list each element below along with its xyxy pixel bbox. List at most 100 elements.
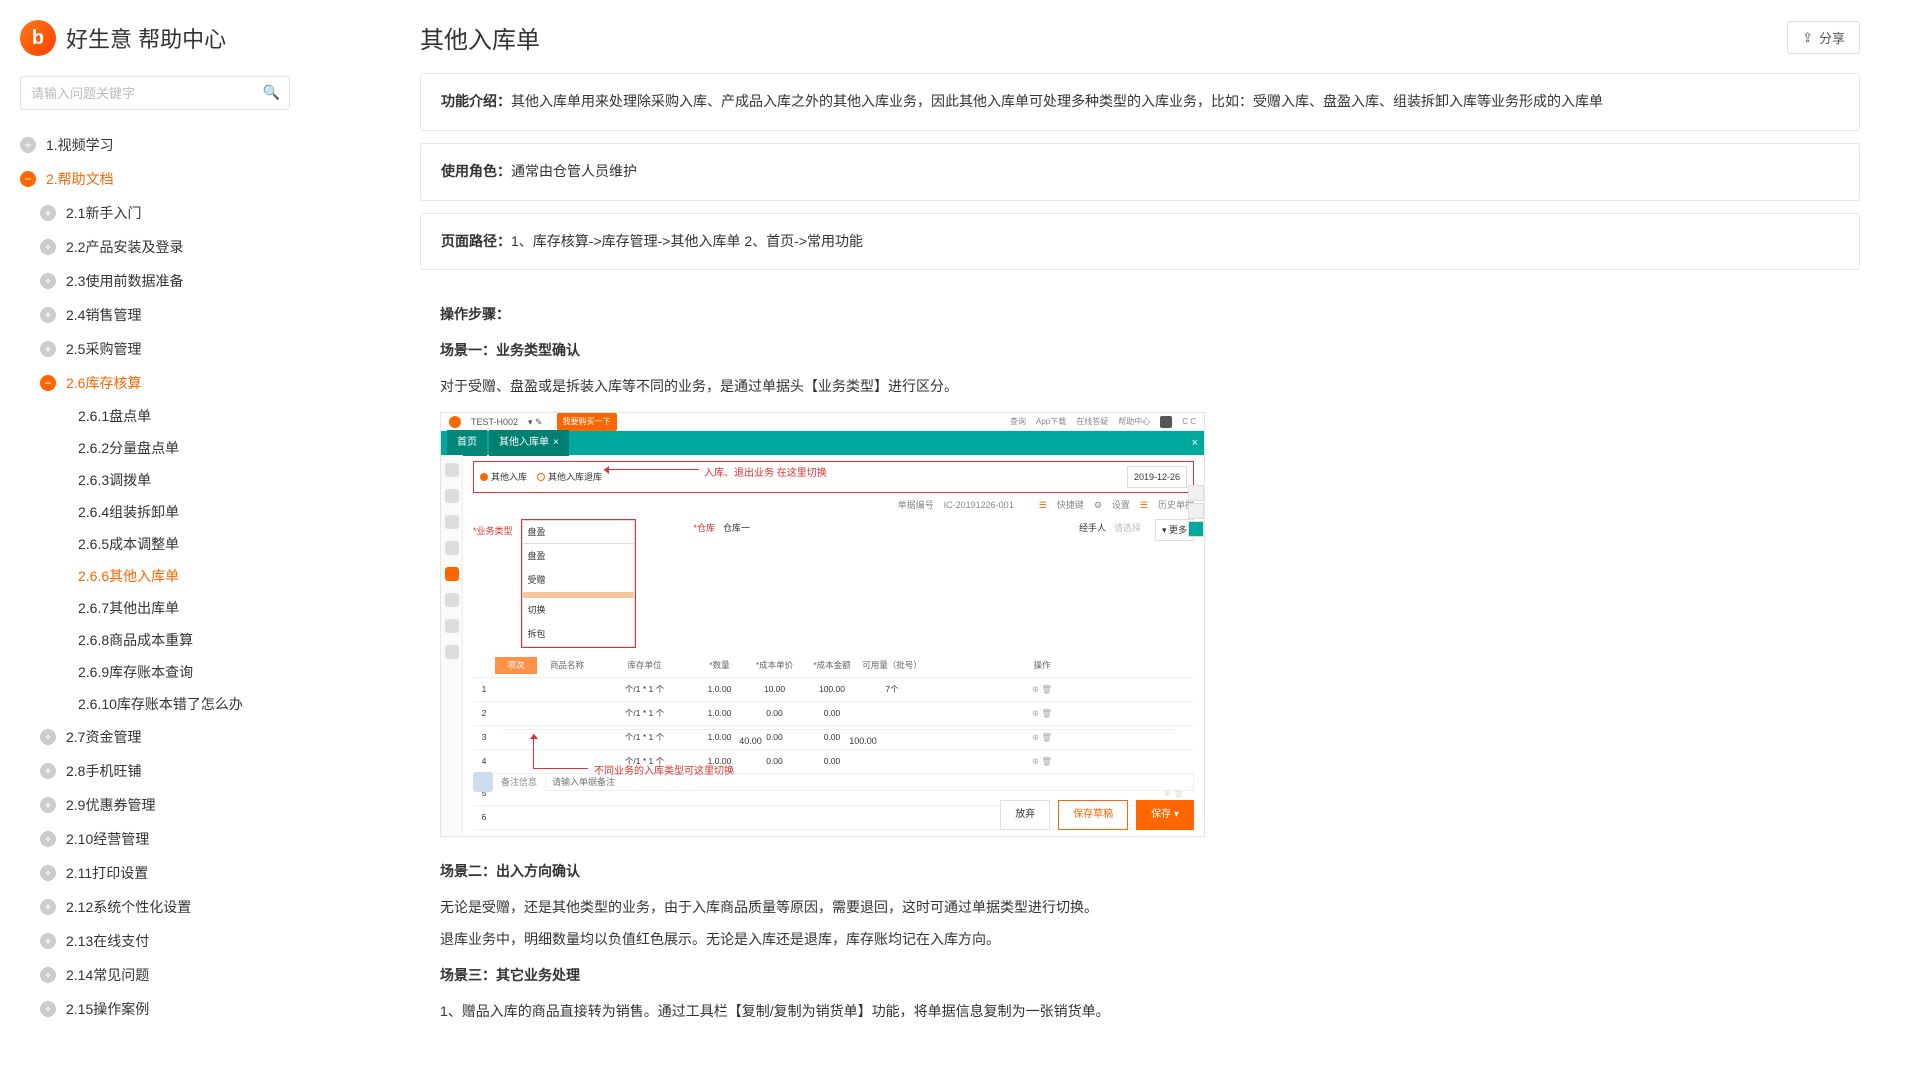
mock-save-button[interactable]: 保存 ▾: [1136, 800, 1194, 830]
nav-leaf[interactable]: 2.6.8商品成本重算: [20, 624, 290, 656]
mock-radio-in[interactable]: 其他入库: [480, 468, 527, 486]
mock-rb-2[interactable]: [1188, 503, 1204, 519]
mock-dd-item[interactable]: 盘盈: [523, 544, 634, 568]
page-title: 其他入库单: [420, 20, 540, 55]
embedded-screenshot: TEST-H002 ▾ ✎ 我要购买一下 查询 App下载 在线答疑 帮助中心 …: [440, 412, 1205, 837]
nav-item[interactable]: +2.15操作案例: [20, 992, 290, 1026]
search-input[interactable]: [20, 76, 290, 110]
mock-draft-button[interactable]: 保存草稿: [1058, 800, 1128, 830]
mock-tab-home[interactable]: 首页: [447, 430, 487, 456]
nav-item[interactable]: +2.8手机旺铺: [20, 754, 290, 788]
mock-side-icon-7[interactable]: [445, 619, 459, 633]
nav-item[interactable]: +2.7资金管理: [20, 720, 290, 754]
mock-side-icon-3[interactable]: [445, 515, 459, 529]
minus-icon: −: [20, 171, 36, 187]
nav-item[interactable]: −2.6库存核算: [20, 366, 290, 400]
mock-link-help[interactable]: 帮助中心: [1118, 414, 1150, 430]
mock-tool-shortcut[interactable]: 快捷键: [1057, 496, 1084, 514]
avatar-icon: [1160, 416, 1172, 428]
nav-item[interactable]: +2.5采购管理: [20, 332, 290, 366]
table-row[interactable]: 1个/1 * 1 个1.0.0010.00100.007个⊕ 🗑: [473, 678, 1194, 702]
close-all-icon[interactable]: ×: [1192, 432, 1198, 454]
plus-icon: +: [40, 865, 56, 881]
mock-radio-out[interactable]: 其他入库退库: [537, 468, 602, 486]
nav-item[interactable]: +2.13在线支付: [20, 924, 290, 958]
close-icon[interactable]: ×: [553, 433, 559, 453]
th-amt: 成本金额: [817, 660, 851, 670]
nav-label: 2.12系统个性化设置: [66, 897, 191, 917]
nav-item[interactable]: −2.帮助文档: [20, 162, 290, 196]
nav-leaf[interactable]: 2.6.2分量盘点单: [20, 432, 290, 464]
steps-label: 操作步骤：: [440, 300, 1840, 328]
nav-label: 2.9优惠券管理: [66, 795, 155, 815]
share-button[interactable]: ⇪ 分享: [1787, 21, 1860, 54]
nav-label: 2.15操作案例: [66, 999, 149, 1019]
mock-rb-3[interactable]: [1188, 521, 1204, 537]
nav-leaf[interactable]: 2.6.10库存账本错了怎么办: [20, 688, 290, 720]
nav-item[interactable]: +2.1新手入门: [20, 196, 290, 230]
th-avail: 可用量（批号）: [862, 657, 922, 674]
mock-biz-dropdown[interactable]: 盘盈 盘盈 受赠 切换 拆包: [521, 519, 636, 648]
mock-dd-item[interactable]: 切换: [523, 598, 634, 622]
nav-item[interactable]: +2.4销售管理: [20, 298, 290, 332]
mock-link-qa[interactable]: 在线答疑: [1076, 414, 1108, 430]
mock-dd-selected: 盘盈: [522, 520, 635, 544]
mock-side-icon-1[interactable]: [445, 463, 459, 477]
mock-handler-label: 经手人: [1079, 519, 1106, 537]
mock-tool-setting[interactable]: 设置: [1112, 496, 1130, 514]
nav-item[interactable]: +2.14常见问题: [20, 958, 290, 992]
mock-link-search[interactable]: 查询: [1010, 414, 1026, 430]
path-box: 页面路径：1、库存核算->库存管理->其他入库单 2、首页->常用功能: [420, 213, 1860, 271]
th-price: 成本单价: [759, 660, 793, 670]
nav-leaf[interactable]: 2.6.7其他出库单: [20, 592, 290, 624]
nav-item[interactable]: +2.12系统个性化设置: [20, 890, 290, 924]
mock-wh-value[interactable]: 仓库一: [723, 519, 750, 537]
mock-rb-1[interactable]: [1188, 485, 1204, 501]
nav-leaf[interactable]: 2.6.1盘点单: [20, 400, 290, 432]
nav-leaf[interactable]: 2.6.9库存账本查询: [20, 656, 290, 688]
mock-side-icon-6[interactable]: [445, 593, 459, 607]
mock-link-app[interactable]: App下载: [1036, 414, 1066, 430]
nav-label: 2.14常见问题: [66, 965, 149, 985]
nav-item[interactable]: +2.2产品安装及登录: [20, 230, 290, 264]
mock-buy-button[interactable]: 我要购买一下: [557, 413, 617, 431]
sidebar: b 好生意 帮助中心 🔍 +1.视频学习−2.帮助文档+2.1新手入门+2.2产…: [0, 0, 310, 1069]
plus-icon: +: [40, 729, 56, 745]
search-wrap: 🔍: [20, 76, 290, 110]
nav-item[interactable]: +1.视频学习: [20, 128, 290, 162]
nav-item[interactable]: +2.11打印设置: [20, 856, 290, 890]
nav-item[interactable]: +2.3使用前数据准备: [20, 264, 290, 298]
mock-side-icon-2[interactable]: [445, 489, 459, 503]
mock-biz-label: *业务类型: [473, 519, 513, 540]
title-row: 其他入库单 ⇪ 分享: [420, 20, 1860, 55]
scene1-title: 场景一：业务类型确认: [440, 336, 1840, 364]
mock-handler-input[interactable]: 请选择: [1114, 519, 1141, 537]
mock-dd-item[interactable]: 拆包: [523, 622, 634, 646]
mock-side-icon-5[interactable]: [445, 567, 459, 581]
intro-text: 其他入库单用来处理除采购入库、产成品入库之外的其他入库业务，因此其他入库单可处理…: [511, 93, 1603, 109]
nav-leaf[interactable]: 2.6.6其他入库单: [20, 560, 290, 592]
table-row[interactable]: 7⊕ 🗑: [473, 830, 1194, 837]
mock-side-icon-8[interactable]: [445, 645, 459, 659]
nav-label: 2.3使用前数据准备: [66, 271, 183, 291]
nav-label: 1.视频学习: [46, 135, 114, 155]
mock-date[interactable]: 2019-12-26: [1127, 466, 1187, 488]
mock-side-icon-4[interactable]: [445, 541, 459, 555]
nav-item[interactable]: +2.10经营管理: [20, 822, 290, 856]
mock-top-right: 查询 App下载 在线答疑 帮助中心 C C: [1010, 414, 1196, 430]
mock-tab-current[interactable]: 其他入库单×: [489, 430, 569, 456]
plus-icon: +: [40, 307, 56, 323]
scene3-p1: 1、赠品入库的商品直接转为销售。通过工具栏【复制/复制为销货单】功能，将单据信息…: [440, 997, 1840, 1025]
mock-type-row: 其他入库 其他入库退库 入库、退出业务 在这里切换 2019-12-26: [473, 461, 1194, 493]
nav-leaf[interactable]: 2.6.5成本调整单: [20, 528, 290, 560]
table-row[interactable]: 2个/1 * 1 个1.0.000.000.00⊕ 🗑: [473, 702, 1194, 726]
role-label: 使用角色：: [441, 163, 511, 179]
mock-cancel-button[interactable]: 放弃: [1000, 800, 1050, 830]
mock-dd-item[interactable]: 受赠: [523, 568, 634, 592]
search-icon[interactable]: 🔍: [263, 84, 280, 101]
nav-leaf[interactable]: 2.6.4组装拆卸单: [20, 496, 290, 528]
nav-label: 2.8手机旺铺: [66, 761, 141, 781]
nav-item[interactable]: +2.9优惠券管理: [20, 788, 290, 822]
nav-leaf[interactable]: 2.6.3调拨单: [20, 464, 290, 496]
plus-icon: +: [40, 341, 56, 357]
